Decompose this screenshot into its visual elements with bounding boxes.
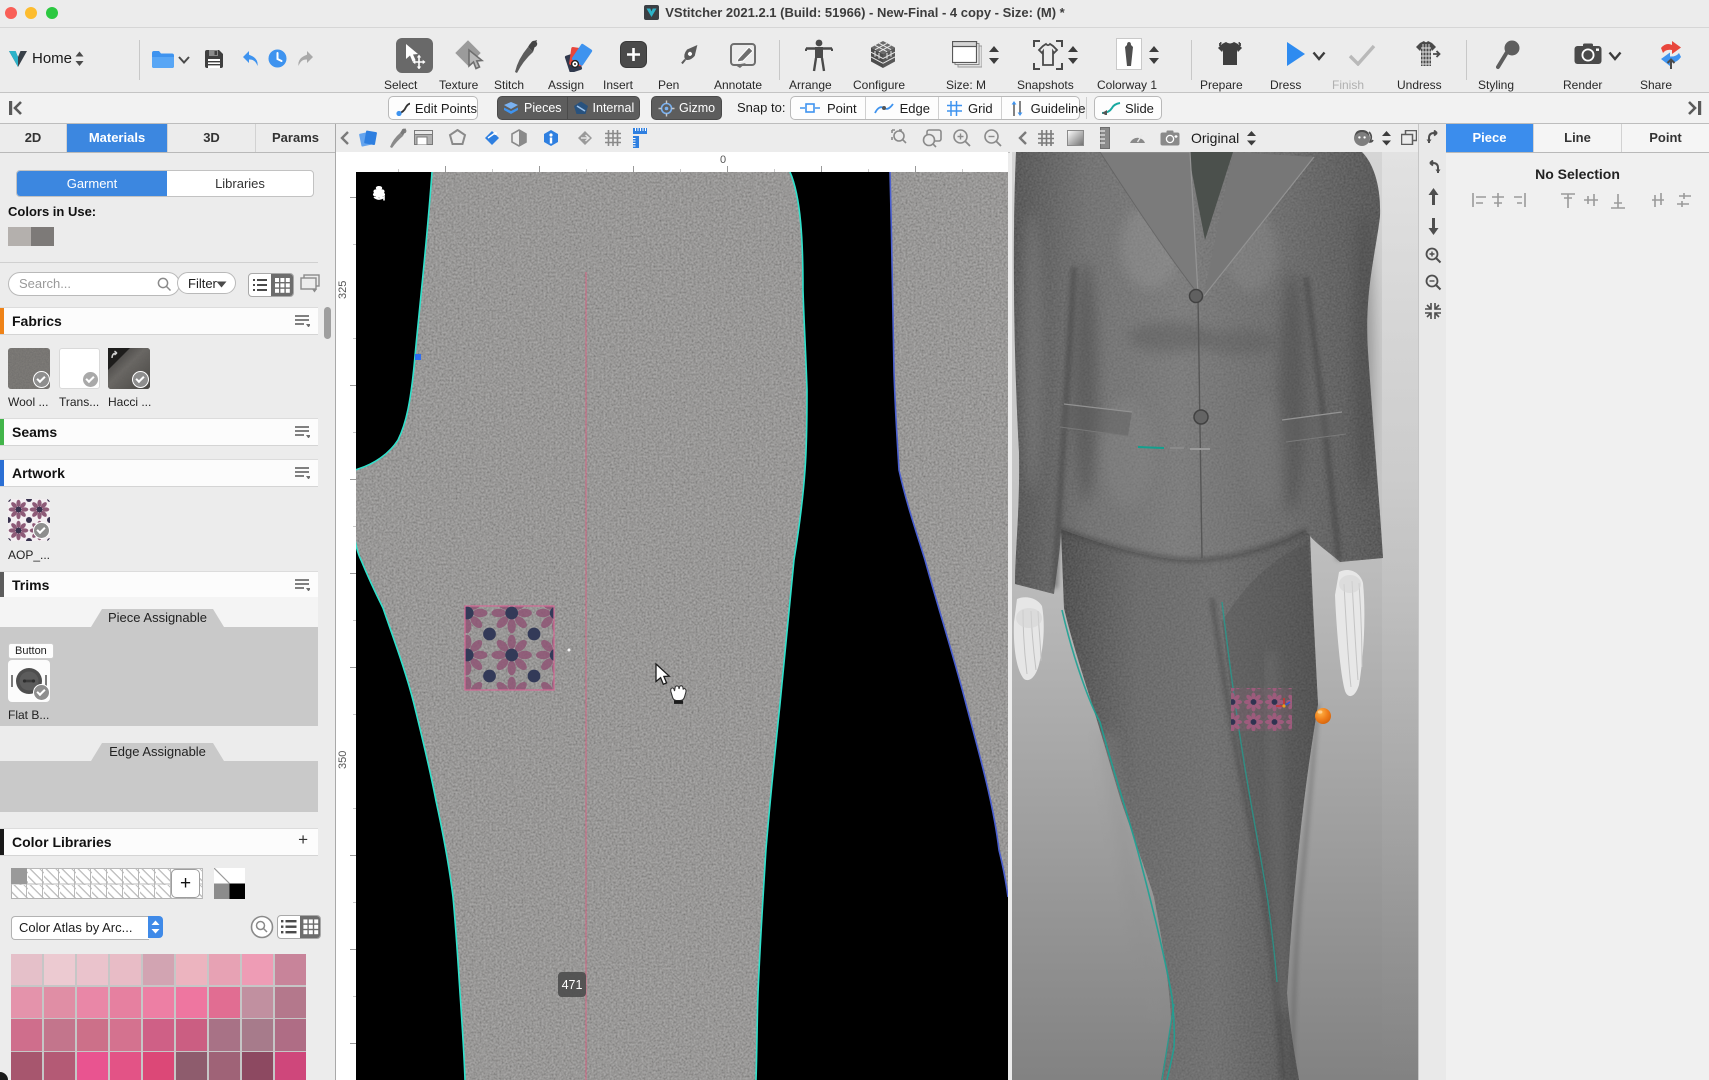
svg-text:471: 471 [562, 978, 583, 992]
